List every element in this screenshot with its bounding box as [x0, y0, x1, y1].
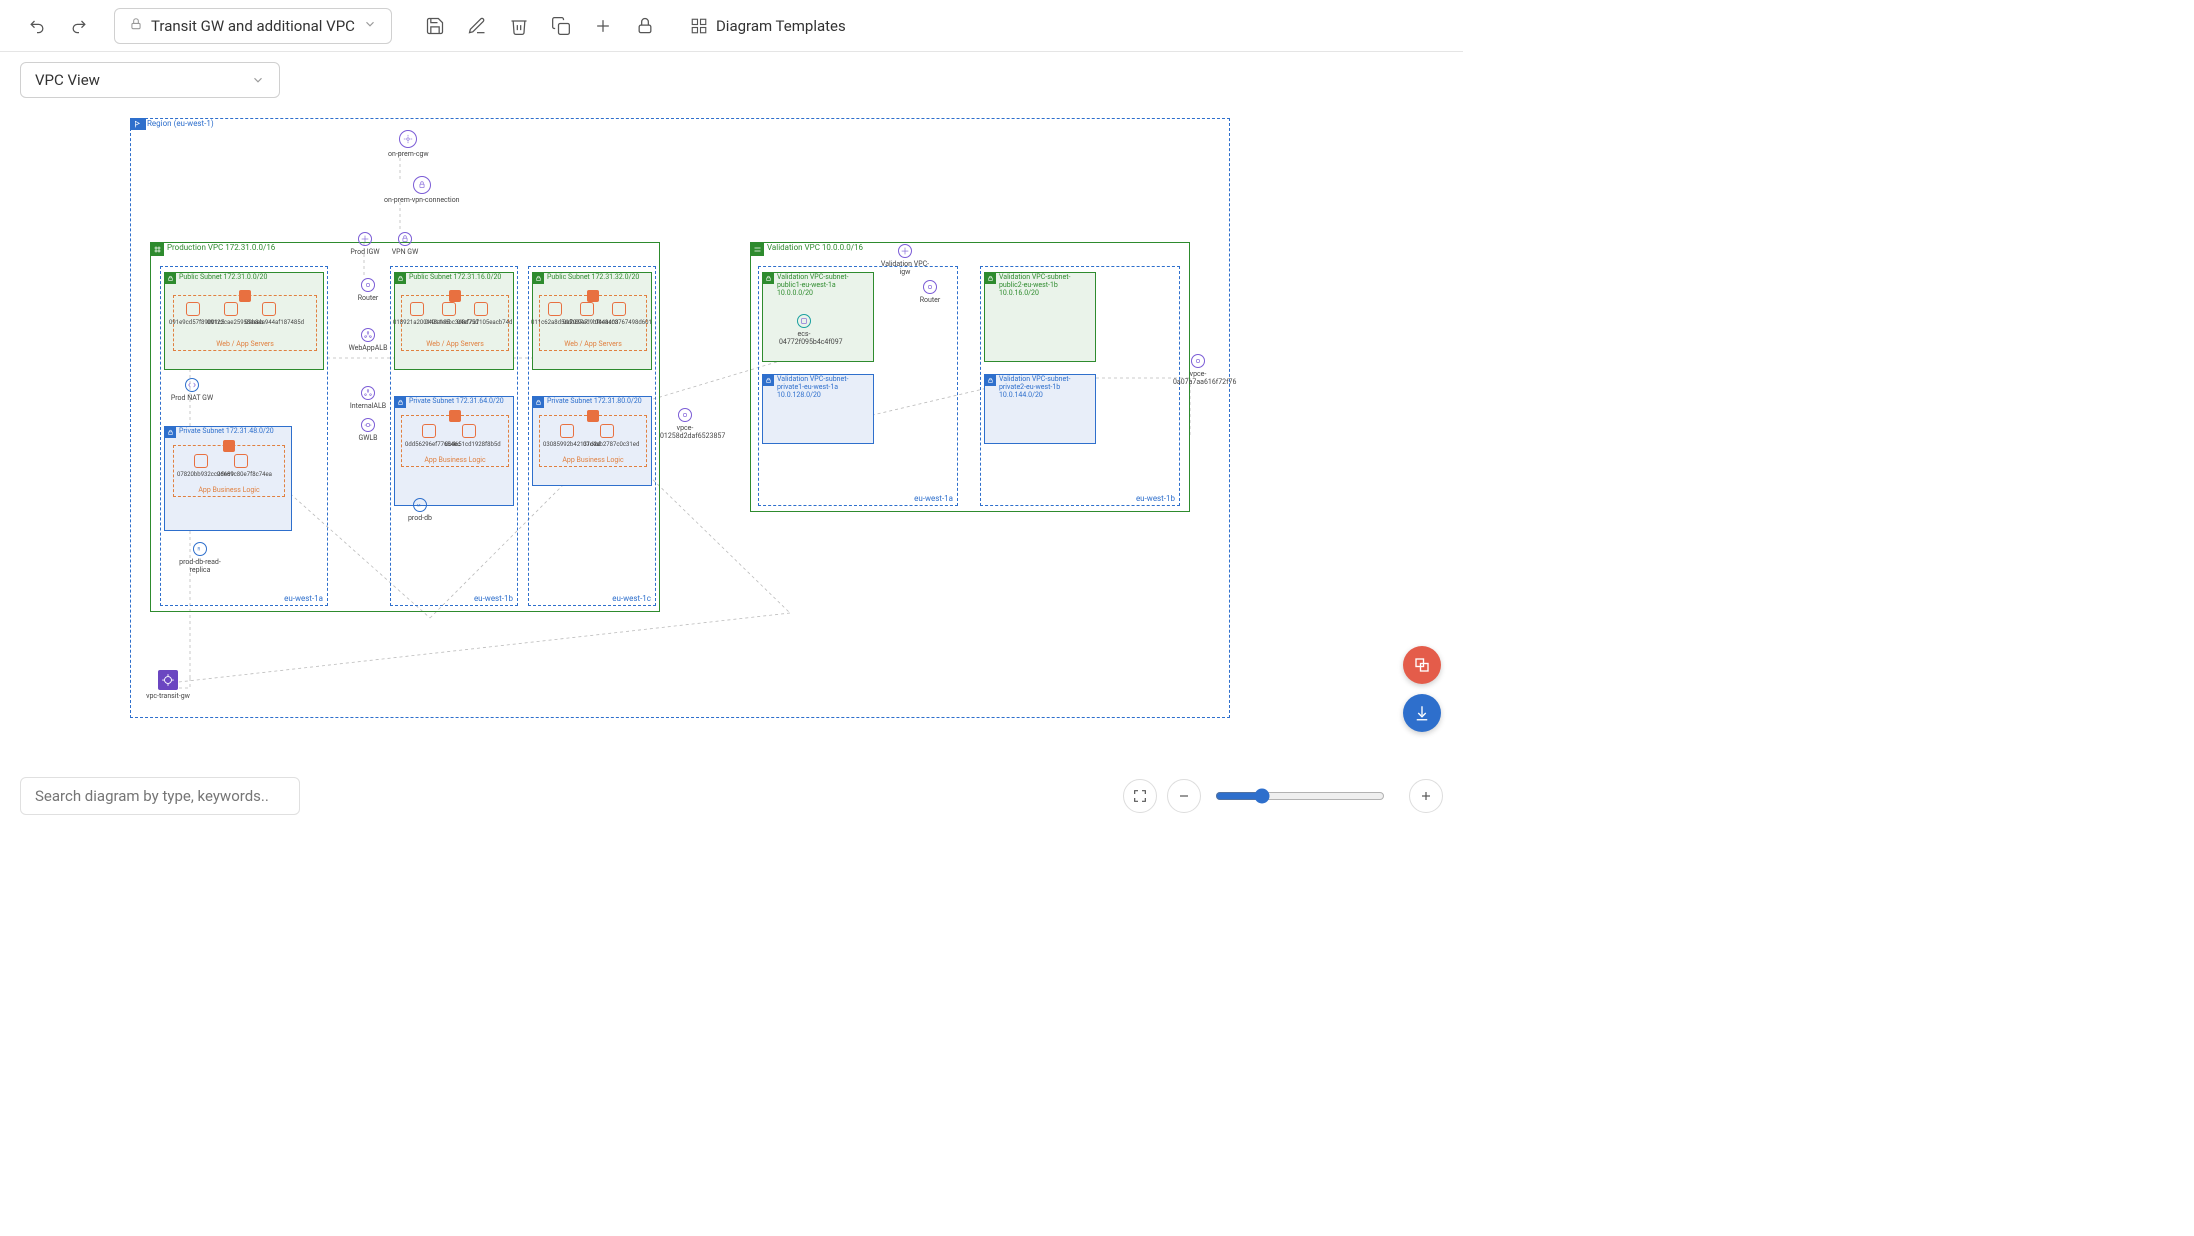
chevron-down-icon — [251, 73, 265, 87]
ec2-instance[interactable] — [224, 302, 238, 316]
igw-icon — [358, 232, 372, 246]
diagram-templates-button[interactable]: Diagram Templates — [690, 17, 846, 35]
node-on-prem-vpn[interactable]: on-prem-vpn-connection — [384, 176, 460, 204]
router-icon — [923, 280, 937, 294]
node-vpn-gw[interactable]: VPN GW — [380, 232, 430, 256]
gwlb-icon — [361, 418, 375, 432]
subnet-icon — [164, 426, 176, 438]
diagram-title: Transit GW and additional VPC — [151, 17, 355, 35]
az-b-label: eu-west-1b — [474, 594, 513, 603]
db-icon: R — [193, 542, 207, 556]
node-vpce-left[interactable]: vpce-01258d2daf6523857 — [660, 408, 710, 440]
subnet-a-label: Public Subnet 172.31.0.0/20 — [179, 273, 267, 281]
zoom-out-button[interactable] — [1167, 779, 1201, 813]
delete-button[interactable] — [502, 9, 536, 43]
alb-icon — [361, 386, 375, 400]
endpoint-icon — [678, 408, 692, 422]
zoom-slider[interactable] — [1215, 788, 1385, 804]
zoom-in-button[interactable] — [1409, 779, 1443, 813]
vpn-gw-icon — [398, 232, 412, 246]
public-subnet-c[interactable]: Public Subnet 172.31.32.0/20 011c62a8d5d… — [532, 272, 652, 370]
public-subnet-b[interactable]: Public Subnet 172.31.16.0/20 018921a2001… — [394, 272, 514, 370]
private-subnet-c[interactable]: Private Subnet 172.31.80.0/20 03085992b4… — [532, 396, 652, 486]
az-a-label: eu-west-1a — [284, 594, 323, 603]
node-webalb[interactable]: WebAppALB — [343, 328, 393, 352]
az-c-label: eu-west-1c — [612, 594, 651, 603]
router-icon — [361, 278, 375, 292]
top-toolbar: Transit GW and additional VPC Diagram Te… — [0, 0, 1463, 52]
save-button[interactable] — [418, 9, 452, 43]
diagram-canvas[interactable]: Region (eu-west-1) on-prem-cgw on-prem-v… — [130, 118, 1230, 728]
search-input[interactable] — [20, 777, 300, 815]
cgw-label: on-prem-cgw — [388, 150, 429, 158]
ec2-instance[interactable] — [234, 454, 248, 468]
lock-diagram-button[interactable] — [628, 9, 662, 43]
node-valid-router[interactable]: Router — [905, 280, 955, 304]
public-subnet-a[interactable]: Public Subnet 172.31.0.0/20 091e9cd57f89… — [164, 272, 324, 370]
cgw-icon — [399, 130, 417, 148]
edit-button[interactable] — [460, 9, 494, 43]
group-web-c[interactable]: 011c62a8d5ddb89e7 0e7037ed9bf44ac08 0bc8… — [539, 295, 647, 351]
vpn-icon — [413, 176, 431, 194]
node-internalalb[interactable]: InternalALB — [343, 386, 393, 410]
compare-button[interactable] — [1403, 646, 1441, 684]
add-button[interactable] — [586, 9, 620, 43]
subnet-icon — [164, 272, 176, 284]
region-label: Region (eu-west-1) — [147, 119, 214, 128]
private-subnet-b[interactable]: Private Subnet 172.31.64.0/20 0dd56296ef… — [394, 396, 514, 506]
valid-pub-b[interactable]: Validation VPC-subnet-public2-eu-west-1b… — [984, 272, 1096, 362]
prod-vpc-label: Production VPC 172.31.0.0/16 — [167, 243, 275, 252]
view-label: VPC View — [35, 71, 100, 89]
ec2-instance[interactable] — [194, 454, 208, 468]
view-row: VPC View — [0, 52, 1463, 108]
chevron-down-icon — [363, 16, 377, 35]
copy-button[interactable] — [544, 9, 578, 43]
ecs-icon — [797, 314, 811, 328]
undo-button[interactable] — [20, 9, 54, 43]
ec2-instance[interactable] — [262, 302, 276, 316]
private-subnet-a[interactable]: Private Subnet 172.31.48.0/20 07820bb932… — [164, 426, 292, 531]
db-icon: M — [413, 498, 427, 512]
asg-icon — [223, 440, 235, 452]
svg-text:R: R — [198, 548, 201, 553]
templates-label: Diagram Templates — [716, 17, 846, 35]
valid-priv-a[interactable]: Validation VPC-subnet-private1-eu-west-1… — [762, 374, 874, 444]
igw-icon — [898, 244, 912, 258]
node-transit-gw[interactable] — [158, 670, 178, 690]
node-vpce-right[interactable]: vpce-0a07a7aa616f72f76 — [1173, 354, 1223, 386]
lock-icon — [129, 16, 143, 35]
node-router[interactable]: Router — [343, 278, 393, 302]
download-button[interactable] — [1403, 694, 1441, 732]
node-gwlb[interactable]: GWLB — [343, 418, 393, 442]
valid-priv-b[interactable]: Validation VPC-subnet-private2-eu-west-1… — [984, 374, 1096, 444]
endpoint-icon — [1191, 354, 1205, 368]
vpn-label: on-prem-vpn-connection — [384, 196, 460, 204]
node-prod-db[interactable]: M prod-db — [395, 498, 445, 522]
asg-icon — [239, 290, 251, 302]
ec2-instance[interactable] — [186, 302, 200, 316]
fullscreen-button[interactable] — [1123, 779, 1157, 813]
diagram-select[interactable]: Transit GW and additional VPC — [114, 8, 392, 44]
group-app-a[interactable]: 07820bb932cc2d689 06e69c80e7f8c74ea App … — [173, 445, 285, 497]
subnet-label: Private Subnet 172.31.48.0/20 — [179, 427, 274, 435]
group-web-b[interactable]: 018921a200148a195 04011e6bc3d8d75d 04ef7… — [401, 295, 509, 351]
group-web-a[interactable]: 091e9cd57f89001c5 09122cae25958eeeb 09b8… — [173, 295, 317, 351]
redo-button[interactable] — [62, 9, 96, 43]
region-flag-icon — [130, 118, 146, 130]
node-read-replica[interactable]: R prod-db-read-replica — [175, 542, 225, 574]
node-on-prem-cgw[interactable]: on-prem-cgw — [388, 130, 429, 158]
view-select[interactable]: VPC View — [20, 62, 280, 98]
nat-icon — [185, 378, 199, 392]
node-ecs[interactable]: ecs-04772f095b4c4f097 — [779, 314, 829, 346]
alb-icon — [361, 328, 375, 342]
svg-text:M: M — [417, 504, 420, 508]
node-nat-gw[interactable]: Prod NAT GW — [167, 378, 217, 402]
bottom-bar — [0, 768, 1463, 824]
vpc-icon — [150, 242, 164, 256]
